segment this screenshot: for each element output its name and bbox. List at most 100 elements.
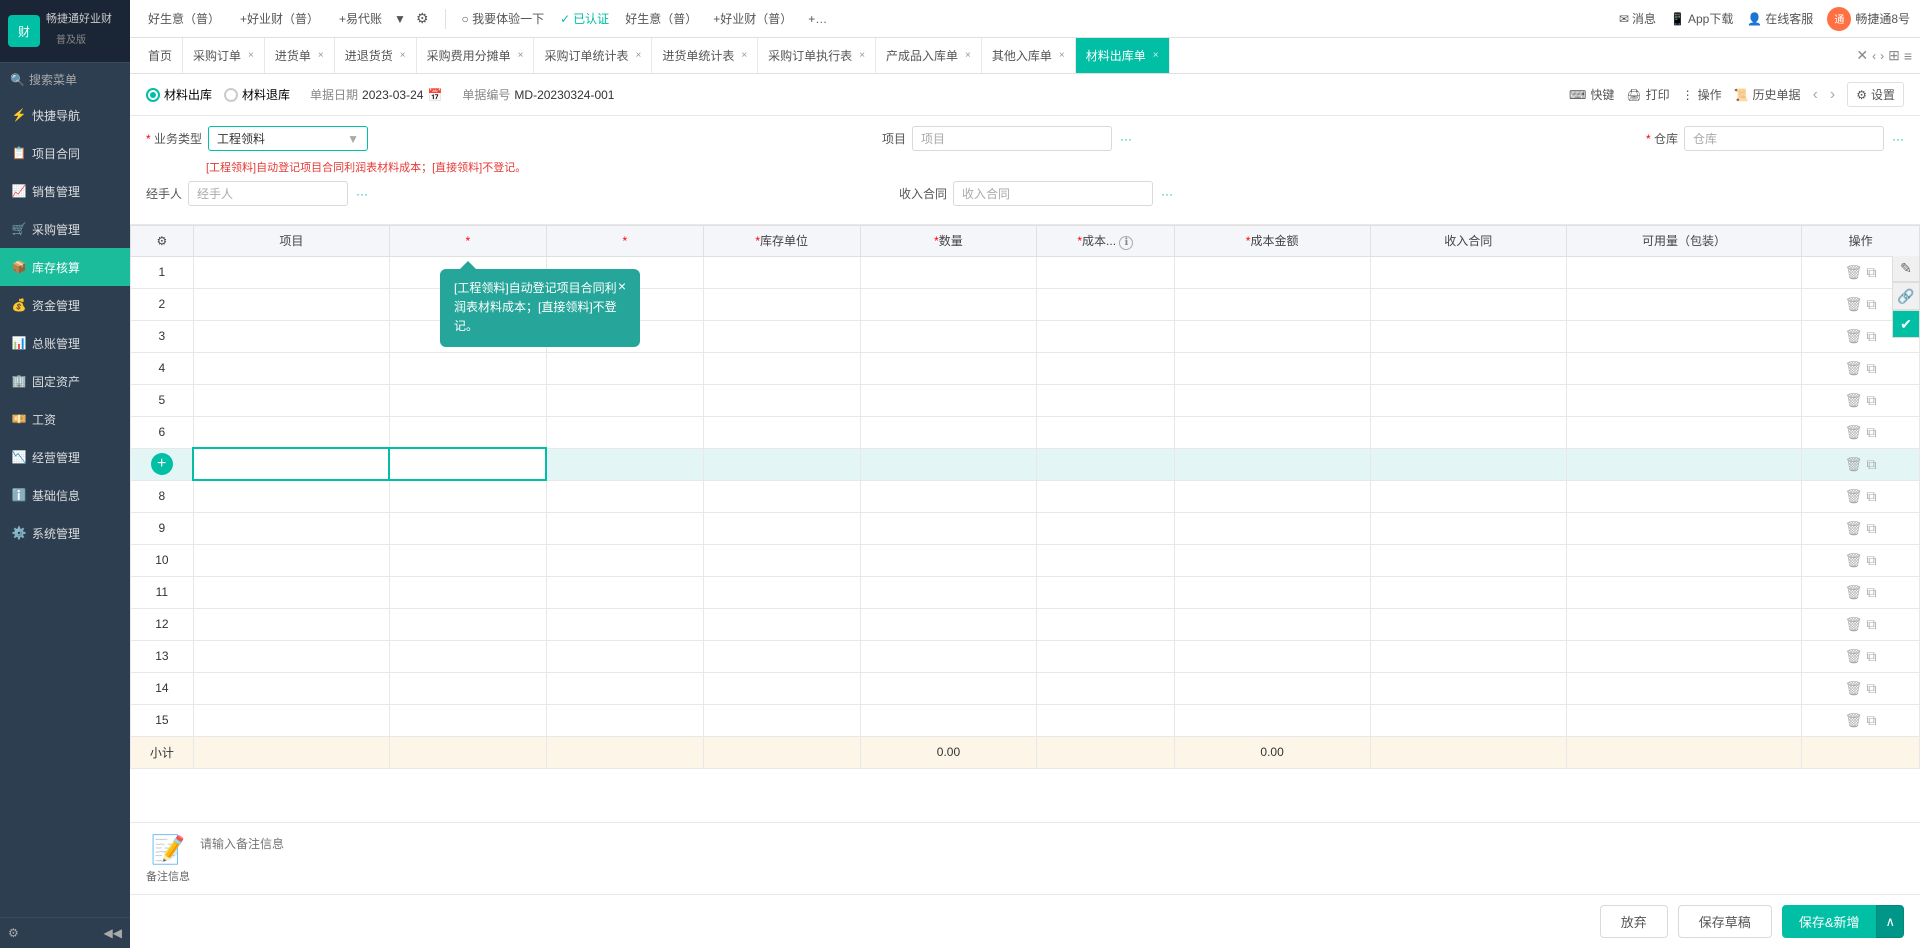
copy-icon[interactable]: ⧉ bbox=[1867, 584, 1877, 601]
delete-icon[interactable]: 🗑 bbox=[1845, 680, 1863, 697]
topbar-good-finance2[interactable]: +好业财（普） bbox=[707, 10, 798, 27]
nav-next-btn[interactable]: › bbox=[1830, 86, 1835, 104]
topbar-more[interactable]: +… bbox=[802, 12, 833, 26]
income-contract-ellipsis[interactable]: ··· bbox=[1161, 187, 1173, 201]
delete-icon[interactable]: 🗑 bbox=[1845, 360, 1863, 377]
operations-btn[interactable]: ⋮ 操作 bbox=[1682, 86, 1722, 103]
copy-icon[interactable]: ⧉ bbox=[1867, 264, 1877, 281]
project-input[interactable]: 项目 bbox=[912, 126, 1112, 151]
right-panel-edit-icon[interactable]: ✎ bbox=[1892, 254, 1920, 282]
delete-icon[interactable]: 🗑 bbox=[1845, 520, 1863, 537]
tab-home[interactable]: 首页 bbox=[138, 38, 183, 74]
row-cost-amount[interactable] bbox=[1174, 256, 1370, 288]
delete-icon[interactable]: 🗑 bbox=[1845, 296, 1863, 313]
nav-prev-btn[interactable]: ‹ bbox=[1813, 86, 1818, 104]
copy-icon[interactable]: ⧉ bbox=[1867, 456, 1877, 473]
copy-icon[interactable]: ⧉ bbox=[1867, 424, 1877, 441]
delete-icon[interactable]: 🗑 bbox=[1845, 552, 1863, 569]
delete-icon[interactable]: 🗑 bbox=[1845, 488, 1863, 505]
row-project[interactable] bbox=[193, 256, 389, 288]
copy-icon[interactable]: ⧉ bbox=[1867, 488, 1877, 505]
sidebar-item-purchase[interactable]: 🛒 采购管理 bbox=[0, 210, 130, 248]
add-row-cell[interactable]: + bbox=[131, 448, 194, 480]
calendar-icon[interactable]: 📅 bbox=[427, 88, 442, 102]
copy-icon[interactable]: ⧉ bbox=[1867, 648, 1877, 665]
tab-purchase-order[interactable]: 采购订单 × bbox=[183, 38, 265, 74]
settings-btn[interactable]: ⚙ 设置 bbox=[1847, 82, 1904, 107]
delete-icon[interactable]: 🗑 bbox=[1845, 712, 1863, 729]
tab-other-inbound[interactable]: 其他入库单 × bbox=[982, 38, 1076, 74]
table-container[interactable]: ⚙ 项目 * * *库存单位 *数量 *成本... ℹ *成本金额 收入合同 bbox=[130, 225, 1920, 822]
tab-next-icon[interactable]: › bbox=[1880, 49, 1884, 63]
cost-info-icon[interactable]: ℹ bbox=[1119, 236, 1133, 250]
sidebar-item-basic-info[interactable]: ℹ️ 基础信息 bbox=[0, 476, 130, 514]
tab-incoming[interactable]: 进货单 × bbox=[265, 38, 335, 74]
right-panel-link-icon[interactable]: 🔗 bbox=[1892, 282, 1920, 310]
col-header-settings[interactable]: ⚙ bbox=[131, 226, 194, 257]
sidebar-item-quick-nav[interactable]: ⚡ 快捷导航 bbox=[0, 96, 130, 134]
col-settings-icon[interactable]: ⚙ bbox=[157, 234, 168, 248]
sidebar-item-fixed-assets[interactable]: 🏢 固定资产 bbox=[0, 362, 130, 400]
project-ellipsis[interactable]: ··· bbox=[1120, 132, 1132, 146]
history-btn[interactable]: 📜 历史单据 bbox=[1734, 86, 1801, 103]
close-all-icon[interactable]: ✕ bbox=[1856, 47, 1868, 64]
delete-icon[interactable]: 🗑 bbox=[1845, 424, 1863, 441]
tab-prev-icon[interactable]: ‹ bbox=[1872, 49, 1876, 63]
tab-finished-goods[interactable]: 产成品入库单 × bbox=[876, 38, 982, 74]
remarks-input[interactable] bbox=[200, 833, 1904, 863]
tab-close-icon[interactable]: × bbox=[1153, 50, 1159, 61]
copy-icon[interactable]: ⧉ bbox=[1867, 328, 1877, 345]
topbar-item-accounting[interactable]: +易代账 bbox=[331, 10, 390, 27]
grid-view-icon[interactable]: ⊞ bbox=[1888, 47, 1900, 64]
handler-input[interactable]: 经手人 bbox=[188, 181, 348, 206]
row-qty[interactable] bbox=[860, 256, 1037, 288]
add-row-btn[interactable]: + bbox=[151, 453, 173, 475]
tab-material-outbound[interactable]: 材料出库单 × bbox=[1076, 38, 1170, 74]
copy-icon[interactable]: ⧉ bbox=[1867, 616, 1877, 633]
warehouse-input[interactable]: 仓库 bbox=[1684, 126, 1884, 151]
sidebar-item-finance[interactable]: 💰 资金管理 bbox=[0, 286, 130, 324]
sidebar-item-project-contract[interactable]: 📋 项目合同 bbox=[0, 134, 130, 172]
copy-icon[interactable]: ⧉ bbox=[1867, 392, 1877, 409]
topbar-app-download[interactable]: 📱 App下载 bbox=[1670, 10, 1733, 27]
sidebar-item-payroll[interactable]: 💴 工资 bbox=[0, 400, 130, 438]
row-cost[interactable] bbox=[1037, 256, 1174, 288]
quick-key-btn[interactable]: ⌨ 快键 bbox=[1569, 86, 1614, 103]
sidebar-item-inventory[interactable]: 📦 库存核算 bbox=[0, 248, 130, 286]
topbar-experience[interactable]: ○ 我要体验一下 bbox=[456, 10, 551, 27]
sidebar-settings-icon[interactable]: ⚙ bbox=[8, 926, 19, 940]
active-row-col2[interactable] bbox=[389, 448, 546, 480]
tab-close-icon[interactable]: × bbox=[518, 50, 524, 61]
tab-close-icon[interactable]: × bbox=[741, 50, 747, 61]
tab-close-icon[interactable]: × bbox=[1059, 50, 1065, 61]
delete-icon[interactable]: 🗑 bbox=[1845, 328, 1863, 345]
list-view-icon[interactable]: ≡ bbox=[1904, 48, 1912, 64]
topbar-dropdown-icon[interactable]: ▼ bbox=[394, 12, 406, 26]
topbar-good-business2[interactable]: 好生意（普） bbox=[619, 10, 703, 27]
tab-close-icon[interactable]: × bbox=[248, 50, 254, 61]
income-contract-input[interactable]: 收入合同 bbox=[953, 181, 1153, 206]
radio-material-return[interactable]: 材料退库 bbox=[224, 86, 290, 103]
sidebar-collapse-icon[interactable]: ◀◀ bbox=[104, 926, 122, 940]
tab-close-icon[interactable]: × bbox=[635, 50, 641, 61]
tab-close-icon[interactable]: × bbox=[400, 50, 406, 61]
topbar-settings-icon[interactable]: ⚙ bbox=[410, 10, 435, 27]
radio-material-out[interactable]: 材料出库 bbox=[146, 86, 212, 103]
delete-icon[interactable]: 🗑 bbox=[1845, 392, 1863, 409]
active-row-col1[interactable] bbox=[193, 448, 389, 480]
topbar-message[interactable]: ✉ 消息 bbox=[1619, 10, 1656, 27]
save-new-button[interactable]: 保存&新增 bbox=[1782, 905, 1877, 938]
discard-button[interactable]: 放弃 bbox=[1600, 905, 1668, 938]
tab-close-icon[interactable]: × bbox=[318, 50, 324, 61]
delete-icon[interactable]: 🗑 bbox=[1845, 648, 1863, 665]
tab-purchase-expense[interactable]: 采购费用分摊单 × bbox=[417, 38, 535, 74]
topbar-verified[interactable]: ✓ 已认证 bbox=[554, 10, 615, 27]
copy-icon[interactable]: ⧉ bbox=[1867, 360, 1877, 377]
right-panel-check-icon[interactable]: ✔ bbox=[1892, 310, 1920, 338]
topbar-online-service[interactable]: 👤 在线客服 bbox=[1747, 10, 1813, 27]
print-btn[interactable]: 🖨 打印 bbox=[1626, 86, 1669, 103]
tab-purchase-stats[interactable]: 采购订单统计表 × bbox=[534, 38, 652, 74]
tab-close-icon[interactable]: × bbox=[965, 50, 971, 61]
row-income-contract[interactable] bbox=[1370, 256, 1566, 288]
handler-ellipsis[interactable]: ··· bbox=[356, 187, 368, 201]
